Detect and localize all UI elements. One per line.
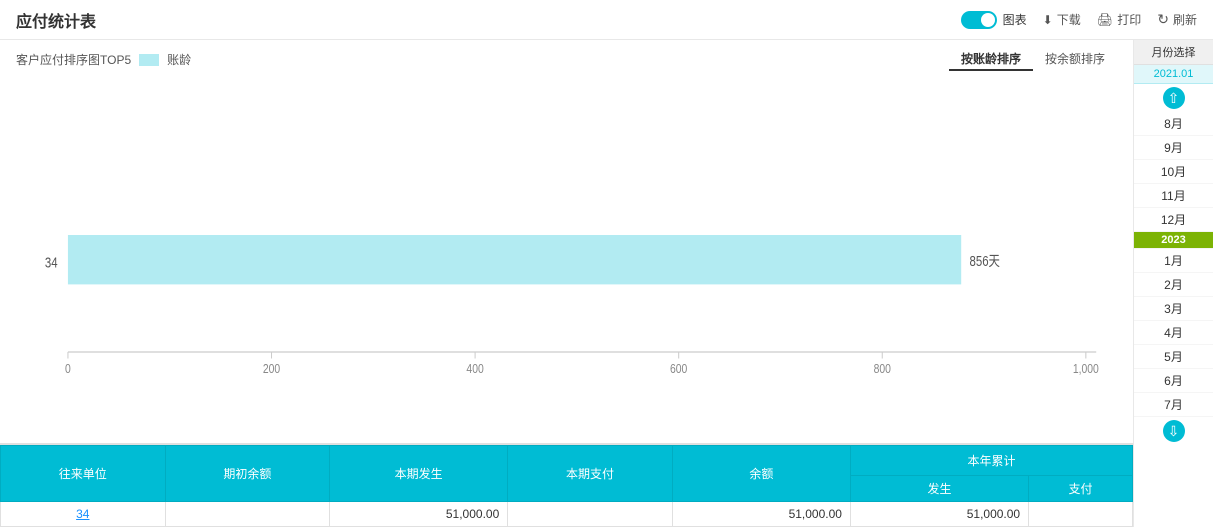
month-item-4[interactable]: 4月 <box>1134 321 1213 345</box>
legend-box-label: 账龄 <box>167 51 191 68</box>
bar-chart: 34 856天 0 200 <box>16 79 1117 443</box>
download-button[interactable]: 下载 <box>1043 11 1081 28</box>
svg-text:856天: 856天 <box>970 253 1001 270</box>
month-item-2[interactable]: 2月 <box>1134 273 1213 297</box>
cell-balance: 51,000.00 <box>672 502 850 527</box>
sidebar-title: 月份选择 <box>1134 40 1213 65</box>
sidebar-nav-up: ⇧ <box>1134 84 1213 112</box>
month-item-11[interactable]: 11月 <box>1134 184 1213 208</box>
chart-toggle-group: 图表 <box>961 11 1027 29</box>
svg-text:200: 200 <box>263 362 281 376</box>
sidebar-date[interactable]: 2021.01 <box>1134 65 1213 84</box>
cell-current-occurrence: 51,000.00 <box>330 502 508 527</box>
month-item-3[interactable]: 3月 <box>1134 297 1213 321</box>
legend-text: 客户应付排序图TOP5 <box>16 51 131 68</box>
svg-text:34: 34 <box>45 254 58 271</box>
chart-toggle[interactable] <box>961 11 997 29</box>
svg-text:400: 400 <box>466 362 484 376</box>
col-ytd-payment: 支付 <box>1029 476 1133 502</box>
legend-box <box>139 54 159 66</box>
print-button[interactable]: 打印 <box>1097 11 1142 28</box>
chart-container: 34 856天 0 200 <box>0 75 1133 443</box>
nav-up-button[interactable]: ⇧ <box>1163 87 1185 109</box>
month-item-7[interactable]: 7月 <box>1134 393 1213 417</box>
download-icon <box>1043 13 1053 27</box>
svg-text:600: 600 <box>670 362 688 376</box>
refresh-icon <box>1157 11 1169 28</box>
cell-ytd-payment <box>1029 502 1133 527</box>
cell-current-payment <box>508 502 673 527</box>
table-row: 34 51,000.00 51,000.00 51,000.00 <box>1 502 1133 527</box>
right-sidebar: 月份选择 2021.01 ⇧ 8月 9月 10月 11月 12月 2023 1月… <box>1133 40 1213 527</box>
chart-header: 客户应付排序图TOP5 账龄 按账龄排序 按余额排序 <box>0 40 1133 75</box>
print-icon <box>1097 12 1114 28</box>
month-item-8[interactable]: 8月 <box>1134 112 1213 136</box>
month-item-1[interactable]: 1月 <box>1134 249 1213 273</box>
toggle-label: 图表 <box>1003 11 1027 28</box>
svg-text:800: 800 <box>874 362 892 376</box>
header-actions: 图表 下载 打印 刷新 <box>961 11 1197 29</box>
cell-unit[interactable]: 34 <box>1 502 166 527</box>
col-from-unit: 往来单位 <box>1 446 166 502</box>
data-table: 往来单位 期初余额 本期发生 本期支付 余额 本年累计 发生 支付 <box>0 443 1133 527</box>
col-opening-balance: 期初余额 <box>165 446 330 502</box>
sort-buttons: 按账龄排序 按余额排序 <box>949 48 1117 71</box>
svg-text:1,000: 1,000 <box>1073 362 1099 376</box>
main-content: 客户应付排序图TOP5 账龄 按账龄排序 按余额排序 34 <box>0 40 1213 527</box>
sidebar-nav-down: ⇩ <box>1134 417 1213 445</box>
page-title: 应付统计表 <box>16 8 96 32</box>
cell-ytd-occurrence: 51,000.00 <box>850 502 1028 527</box>
refresh-button[interactable]: 刷新 <box>1157 11 1197 28</box>
month-item-9[interactable]: 9月 <box>1134 136 1213 160</box>
sort-by-balance-button[interactable]: 按余额排序 <box>1033 48 1117 71</box>
col-ytd: 本年累计 <box>850 446 1132 476</box>
chart-bar <box>68 235 961 284</box>
year-label-2023: 2023 <box>1134 232 1213 249</box>
col-current-payment: 本期支付 <box>508 446 673 502</box>
month-item-6[interactable]: 6月 <box>1134 369 1213 393</box>
month-item-12[interactable]: 12月 <box>1134 208 1213 232</box>
col-ytd-occurrence: 发生 <box>850 476 1028 502</box>
nav-down-button[interactable]: ⇩ <box>1163 420 1185 442</box>
chart-table-area: 客户应付排序图TOP5 账龄 按账龄排序 按余额排序 34 <box>0 40 1133 527</box>
cell-opening-balance <box>165 502 330 527</box>
month-item-5[interactable]: 5月 <box>1134 345 1213 369</box>
svg-text:0: 0 <box>65 362 71 376</box>
col-current-occurrence: 本期发生 <box>330 446 508 502</box>
app-header: 应付统计表 图表 下载 打印 刷新 <box>0 0 1213 40</box>
sort-by-account-button[interactable]: 按账龄排序 <box>949 48 1033 71</box>
chart-legend: 客户应付排序图TOP5 账龄 <box>16 51 191 68</box>
col-balance: 余额 <box>672 446 850 502</box>
month-item-10[interactable]: 10月 <box>1134 160 1213 184</box>
